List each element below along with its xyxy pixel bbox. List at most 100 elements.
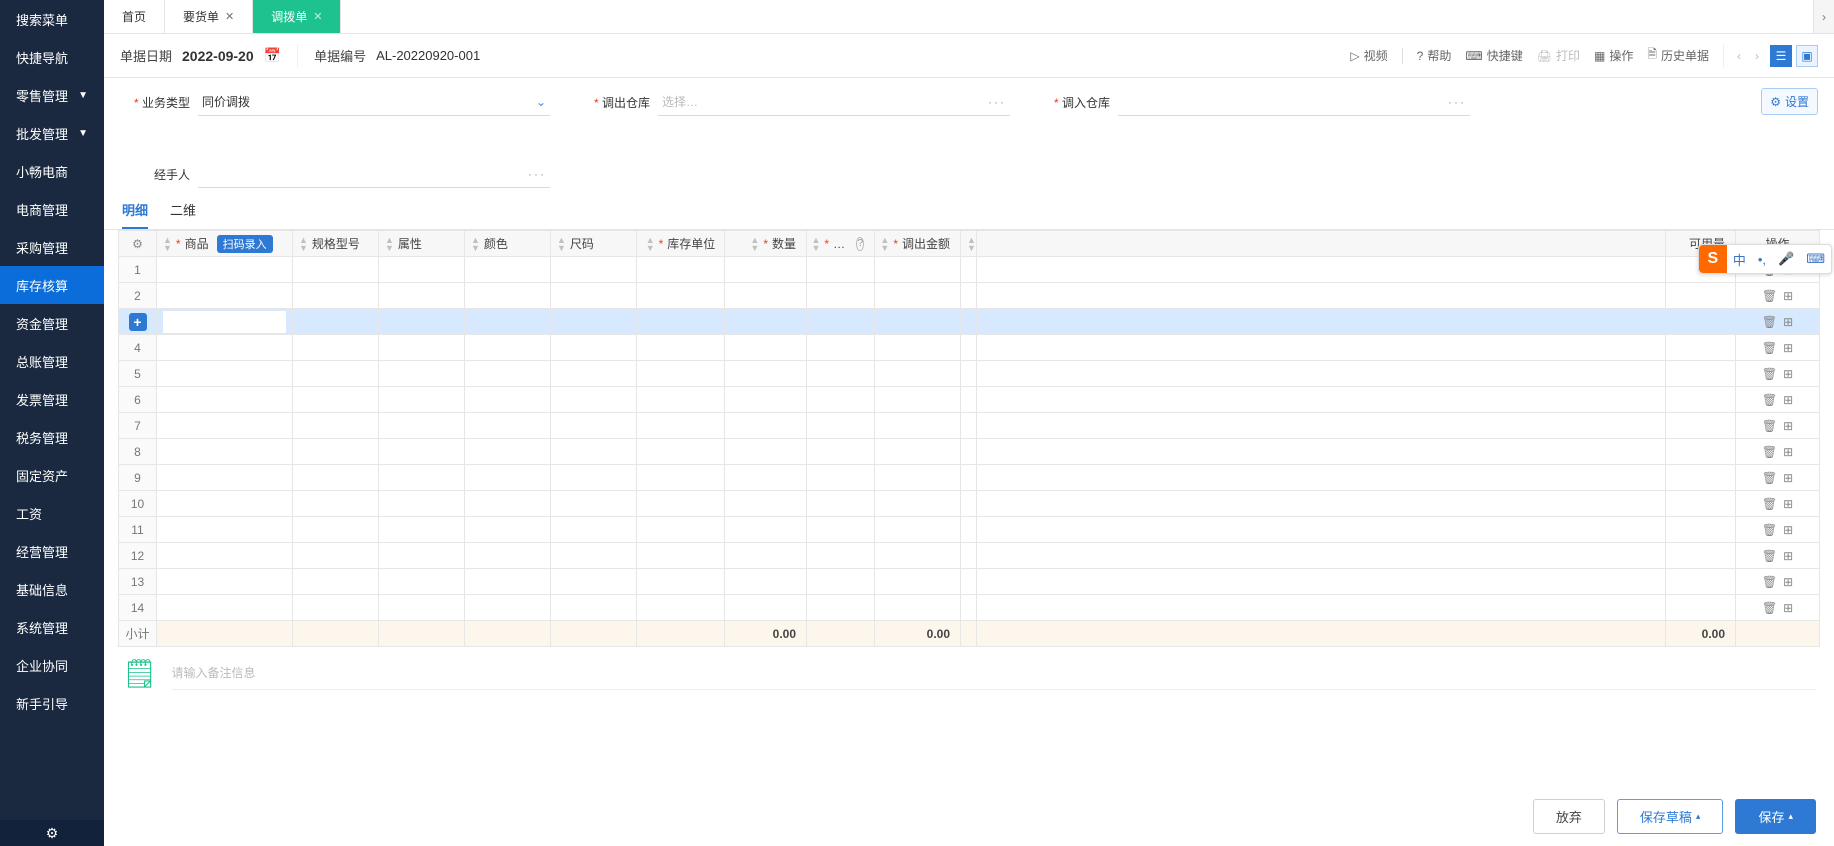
discard-button[interactable]: 放弃 <box>1533 799 1605 834</box>
cell[interactable] <box>807 335 875 361</box>
table-row[interactable]: 13🗑⊞ <box>119 569 1820 595</box>
cell[interactable] <box>551 439 637 465</box>
tab-requisition[interactable]: 要货单✕ <box>165 0 253 33</box>
cell[interactable] <box>551 387 637 413</box>
cell[interactable] <box>725 569 807 595</box>
insert-row-icon[interactable]: ⊞ <box>1783 367 1793 381</box>
sidebar-item-purchase[interactable]: 采购管理 <box>0 228 104 266</box>
more-icon[interactable]: ··· <box>1448 95 1466 109</box>
cell[interactable] <box>961 439 977 465</box>
cell[interactable] <box>637 491 725 517</box>
cell[interactable] <box>977 439 1666 465</box>
insert-row-icon[interactable]: ⊞ <box>1783 315 1793 329</box>
delete-row-icon[interactable]: 🗑 <box>1762 445 1777 459</box>
cell[interactable] <box>157 283 293 309</box>
cell[interactable] <box>875 283 961 309</box>
cell[interactable] <box>551 569 637 595</box>
cell[interactable] <box>807 413 875 439</box>
cell[interactable] <box>551 595 637 621</box>
action-history[interactable]: 🗎历史单据 <box>1647 45 1709 66</box>
cell[interactable] <box>637 413 725 439</box>
cell[interactable] <box>379 491 465 517</box>
cell[interactable] <box>961 465 977 491</box>
cell[interactable] <box>961 413 977 439</box>
cell[interactable] <box>1666 543 1736 569</box>
more-icon[interactable]: ··· <box>988 95 1006 109</box>
ime-mic-icon[interactable]: 🎤 <box>1772 251 1800 267</box>
cell[interactable] <box>977 543 1666 569</box>
cell[interactable] <box>875 387 961 413</box>
cell[interactable] <box>875 257 961 283</box>
cell[interactable] <box>551 543 637 569</box>
cell[interactable] <box>1666 413 1736 439</box>
cell[interactable] <box>1666 387 1736 413</box>
sidebar-item-search[interactable]: 搜索菜单 <box>0 0 104 38</box>
cell[interactable] <box>293 361 379 387</box>
cell[interactable] <box>465 387 551 413</box>
cell[interactable] <box>1666 309 1736 335</box>
in-warehouse-select[interactable]: ··· <box>1118 88 1470 116</box>
subtab-2d[interactable]: 二维 <box>170 200 196 229</box>
cell[interactable] <box>637 283 725 309</box>
sidebar-item-retail[interactable]: 零售管理▼ <box>0 76 104 114</box>
cell[interactable] <box>961 517 977 543</box>
col-gear[interactable]: ⚙ <box>119 231 157 257</box>
cell[interactable] <box>977 595 1666 621</box>
delete-row-icon[interactable]: 🗑 <box>1762 367 1777 381</box>
settings-button[interactable]: ⚙设置 <box>1761 88 1818 115</box>
cell[interactable] <box>637 257 725 283</box>
action-help[interactable]: ?帮助 <box>1417 47 1452 64</box>
cell[interactable] <box>961 361 977 387</box>
cell[interactable] <box>807 309 875 335</box>
cell[interactable] <box>1666 517 1736 543</box>
cell[interactable] <box>379 361 465 387</box>
insert-row-icon[interactable]: ⊞ <box>1783 575 1793 589</box>
delete-row-icon[interactable]: 🗑 <box>1762 393 1777 407</box>
add-row-button[interactable]: + <box>129 313 147 331</box>
cell[interactable] <box>725 361 807 387</box>
cell[interactable] <box>875 595 961 621</box>
insert-row-icon[interactable]: ⊞ <box>1783 523 1793 537</box>
cell[interactable] <box>551 361 637 387</box>
col-spec[interactable]: ▲▼规格型号 <box>293 231 379 257</box>
action-operate[interactable]: ▦操作 <box>1594 47 1633 64</box>
cell[interactable] <box>875 413 961 439</box>
cell[interactable] <box>807 595 875 621</box>
cell[interactable] <box>1666 491 1736 517</box>
cell[interactable] <box>637 335 725 361</box>
insert-row-icon[interactable]: ⊞ <box>1783 289 1793 303</box>
cell[interactable] <box>465 309 551 335</box>
cell[interactable] <box>637 569 725 595</box>
cell[interactable] <box>977 335 1666 361</box>
cell[interactable] <box>807 543 875 569</box>
ime-toolbar[interactable]: S 中 •, 🎤 ⌨ <box>1698 244 1832 274</box>
delete-row-icon[interactable]: 🗑 <box>1762 575 1777 589</box>
cell[interactable] <box>1666 335 1736 361</box>
cell[interactable] <box>977 387 1666 413</box>
cell[interactable] <box>807 569 875 595</box>
cell[interactable] <box>293 309 379 335</box>
cell[interactable] <box>551 517 637 543</box>
cell[interactable] <box>465 283 551 309</box>
action-video[interactable]: ▷视频 <box>1350 47 1387 64</box>
table-row[interactable]: 11🗑⊞ <box>119 517 1820 543</box>
cell[interactable] <box>465 543 551 569</box>
nav-next-icon[interactable]: › <box>1748 49 1766 63</box>
cell[interactable] <box>961 335 977 361</box>
cell[interactable] <box>875 569 961 595</box>
cell[interactable] <box>807 491 875 517</box>
cell[interactable] <box>379 257 465 283</box>
cell[interactable] <box>379 569 465 595</box>
cell[interactable] <box>725 335 807 361</box>
cell[interactable] <box>961 543 977 569</box>
tabs-scroll-right[interactable]: › <box>1813 0 1834 33</box>
cell[interactable] <box>465 595 551 621</box>
cell[interactable] <box>961 257 977 283</box>
cell[interactable] <box>157 387 293 413</box>
cell[interactable] <box>551 413 637 439</box>
cell[interactable] <box>379 335 465 361</box>
sidebar-item-quicknav[interactable]: 快捷导航 <box>0 38 104 76</box>
cell[interactable] <box>637 465 725 491</box>
cell[interactable] <box>293 335 379 361</box>
cell[interactable] <box>725 543 807 569</box>
